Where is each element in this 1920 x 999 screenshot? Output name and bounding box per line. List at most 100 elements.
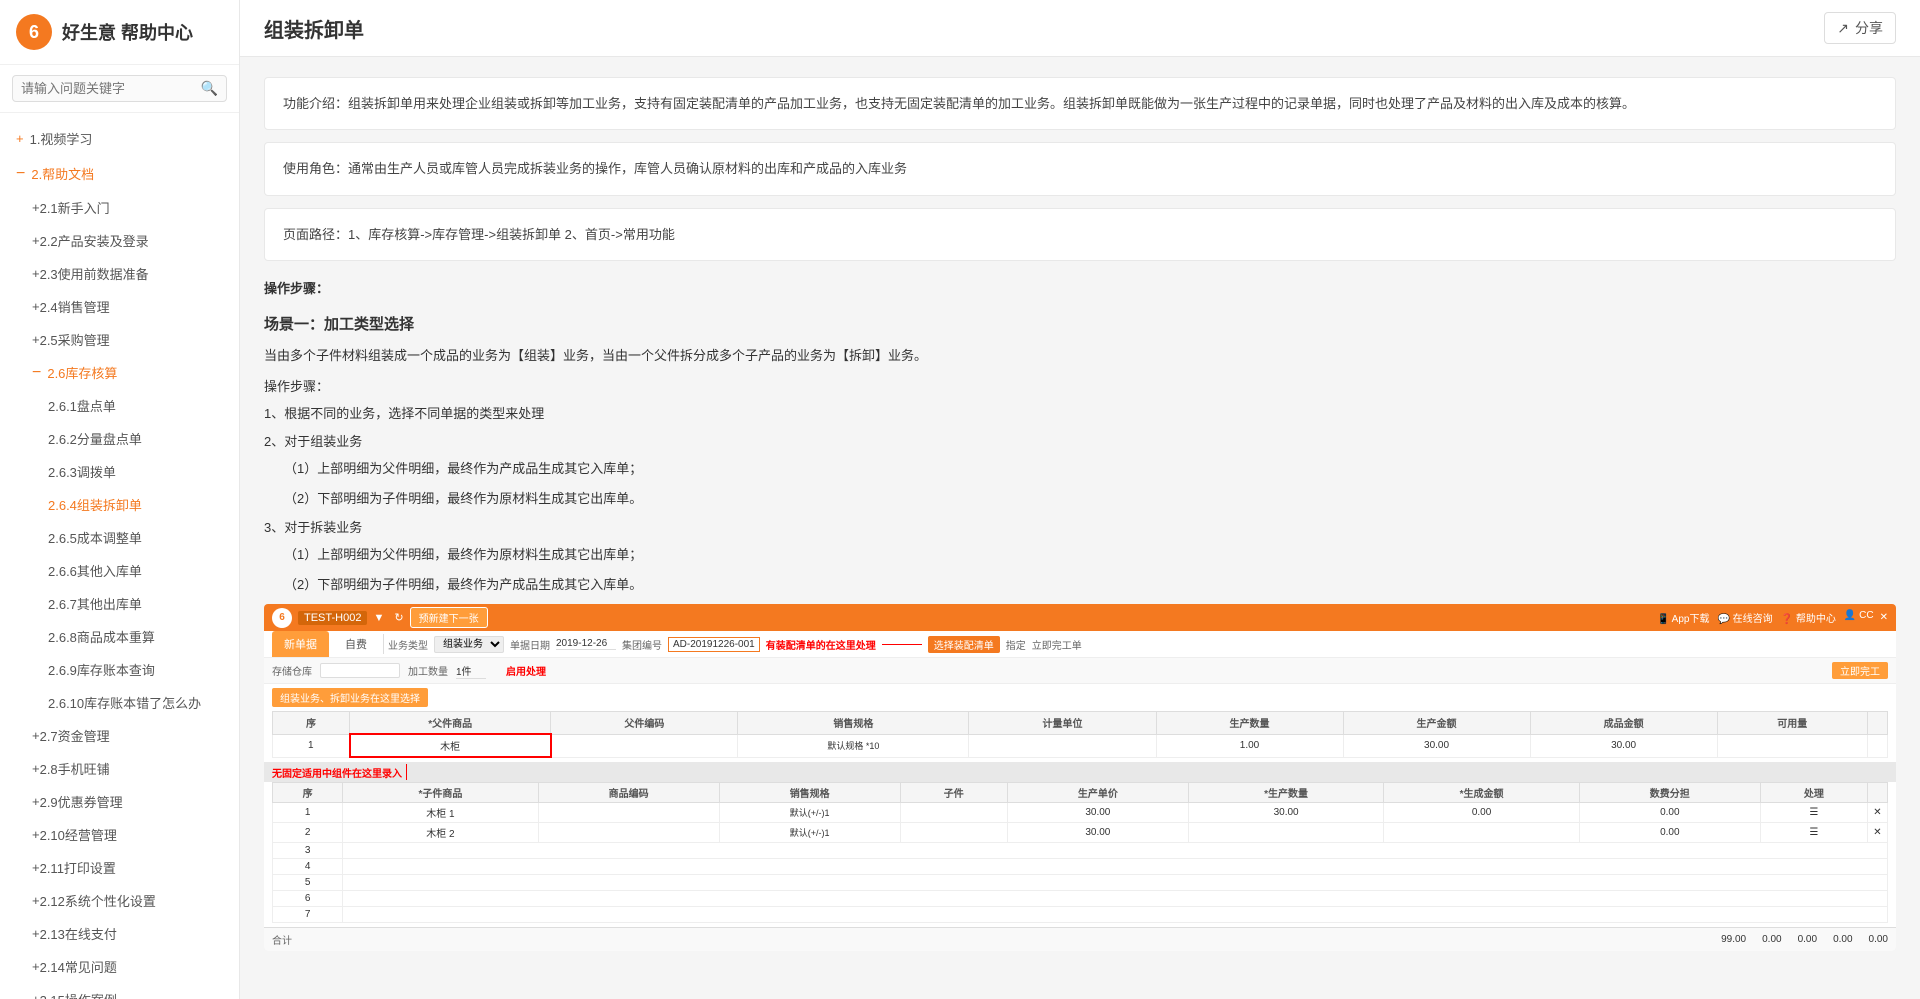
op-steps-title: 操作步骤： <box>264 277 1896 300</box>
role-block: 使用角色：通常由生产人员或库管人员完成拆装业务的操作，库管人员确认原材料的出库和… <box>264 142 1896 195</box>
sidebar-item-24[interactable]: + 2.4销售管理 <box>0 290 239 323</box>
ss-select-plan-btn: 选择装配清单 <box>928 636 1000 653</box>
ss-no-val: AD-20191226-001 <box>668 637 760 652</box>
plus-icon: + <box>32 200 40 215</box>
sidebar-item-2610[interactable]: 2.6.10库存账本错了怎么办 <box>0 686 239 719</box>
ss-bottom-action-col <box>1868 783 1888 803</box>
ss-total-4: 0.00 <box>1833 934 1852 945</box>
ss-dropdown-icon: ▼ <box>373 612 384 624</box>
step2: 2、对于组装业务 <box>264 430 1896 453</box>
sidebar-item-22[interactable]: + 2.2产品安装及登录 <box>0 224 239 257</box>
sidebar-item-215[interactable]: + 2.15操作案例 <box>0 983 239 999</box>
ss-refresh-icon: ↻ <box>394 611 403 624</box>
ss-annotation4: 无固定适用中组件在这里录入 <box>272 765 402 780</box>
path-text: 页面路径：1、库存核算->库存管理->组装拆卸单 2、首页->常用功能 <box>283 227 675 242</box>
search-wrap[interactable]: 🔍 <box>12 75 227 102</box>
table-row: 7 <box>273 907 1888 923</box>
sidebar-item-label: 1.视频学习 <box>30 129 93 148</box>
plus-icon: + <box>32 299 40 314</box>
search-input[interactable] <box>21 81 201 96</box>
step1: 1、根据不同的业务，选择不同单据的类型来处理 <box>264 402 1896 425</box>
table-row: 5 <box>273 875 1888 891</box>
ss-total-1: 99.00 <box>1721 934 1746 945</box>
sidebar-item-label: 2.帮助文档 <box>31 164 94 183</box>
feature-intro-text: 功能介绍：组装拆卸单用来处理企业组装或拆卸等加工业务，支持有固定装配清单的产品加… <box>283 96 1635 111</box>
ss-top-table: 序 *父件商品 父件编码 销售规格 计量单位 生产数量 生产金额 成品金额 可用… <box>272 711 1888 758</box>
plus-icon: + <box>32 233 40 248</box>
sidebar-item-268[interactable]: 2.6.8商品成本重算 <box>0 620 239 653</box>
path-block: 页面路径：1、库存核算->库存管理->组装拆卸单 2、首页->常用功能 <box>264 208 1896 261</box>
plus-icon: + <box>16 131 24 146</box>
sidebar-item-264[interactable]: 2.6.4组装拆卸单 <box>0 488 239 521</box>
ss-arrow1 <box>882 644 922 645</box>
sidebar-item-26[interactable]: − 2.6库存核算 <box>0 356 239 389</box>
share-button[interactable]: ↗ 分享 <box>1824 12 1896 44</box>
sidebar-item-266[interactable]: 2.6.6其他入库单 <box>0 554 239 587</box>
ss-annotation3: 启用处理 <box>506 663 546 678</box>
app-logo: 6 好生意 帮助中心 <box>0 0 239 65</box>
ss-type-select[interactable]: 组装业务 拆卸业务 <box>434 636 504 653</box>
ss-date-val: 2019-12-26 <box>556 638 616 650</box>
sidebar-item-29[interactable]: + 2.9优惠券管理 <box>0 785 239 818</box>
sidebar-item-25[interactable]: + 2.5采购管理 <box>0 323 239 356</box>
sidebar-item-28[interactable]: + 2.8手机旺铺 <box>0 752 239 785</box>
ss-app-num: TEST-H002 <box>298 611 367 625</box>
plus-icon: + <box>32 959 40 974</box>
ss-footer-total: 合计 <box>272 932 292 947</box>
search-box: 🔍 <box>0 65 239 113</box>
sidebar-item-211[interactable]: + 2.11打印设置 <box>0 851 239 884</box>
plus-icon: + <box>32 860 40 875</box>
step2-2: （2）下部明细为子件明细，最终作为原材料生成其它出库单。 <box>284 487 1896 510</box>
page-title: 组装拆卸单 <box>264 14 364 43</box>
sidebar-item-213[interactable]: + 2.13在线支付 <box>0 917 239 950</box>
plus-icon: + <box>32 728 40 743</box>
plus-icon: + <box>32 926 40 941</box>
table-row: 6 <box>273 891 1888 907</box>
sidebar-item-21[interactable]: + 2.1新手入门 <box>0 191 239 224</box>
step2-1: （1）上部明细为父件明细，最终作为产成品生成其它入库单； <box>284 457 1896 480</box>
table-row: 4 <box>273 859 1888 875</box>
feature-intro-block: 功能介绍：组装拆卸单用来处理企业组装或拆卸等加工业务，支持有固定装配清单的产品加… <box>264 77 1896 130</box>
sidebar-item-video[interactable]: + 1.视频学习 <box>0 121 239 156</box>
ss-complete-btn: 立即完工 <box>1832 662 1888 679</box>
content-area: 功能介绍：组装拆卸单用来处理企业组装或拆卸等加工业务，支持有固定装配清单的产品加… <box>240 57 1920 999</box>
screenshot-container: 6 TEST-H002 ▼ ↻ 预新建下一张 📱 App下载💬 在线咨询❓ 帮助… <box>264 604 1896 951</box>
step3-1: （1）上部明细为父件明细，最终作为原材料生成其它出库单； <box>284 543 1896 566</box>
ss-divider <box>383 634 384 654</box>
ss-form-top-fields: 业务类型 组装业务 拆卸业务 单据日期 2019-12-26 集团编号 AD-2… <box>388 632 1082 657</box>
plus-icon: + <box>32 827 40 842</box>
ss-annotation1: 有装配清单的在这里处理 <box>766 637 876 652</box>
sidebar-item-267[interactable]: 2.6.7其他出库单 <box>0 587 239 620</box>
sidebar-item-27[interactable]: + 2.7资金管理 <box>0 719 239 752</box>
sidebar-item-docs[interactable]: − 2.帮助文档 <box>0 156 239 191</box>
sidebar-item-261[interactable]: 2.6.1盘点单 <box>0 389 239 422</box>
nav-list: + 1.视频学习 − 2.帮助文档 + 2.1新手入门 + 2.2产品安装及登录… <box>0 113 239 999</box>
sidebar-item-262[interactable]: 2.6.2分量盘点单 <box>0 422 239 455</box>
sidebar-item-212[interactable]: + 2.12系统个性化设置 <box>0 884 239 917</box>
ss-icons-right: 📱 App下载💬 在线咨询❓ 帮助中心👤 CC <box>1657 610 1874 625</box>
ss-close-icon: ✕ <box>1880 612 1888 623</box>
ss-logo: 6 <box>272 608 292 628</box>
share-icon: ↗ <box>1837 20 1849 37</box>
sidebar-item-265[interactable]: 2.6.5成本调整单 <box>0 521 239 554</box>
plus-icon: + <box>32 794 40 809</box>
ss-warehouse-input[interactable] <box>320 663 400 678</box>
ss-arrow4 <box>406 764 407 780</box>
search-icon[interactable]: 🔍 <box>201 80 218 97</box>
nav-section-1: + 1.视频学习 − 2.帮助文档 + 2.1新手入门 + 2.2产品安装及登录… <box>0 121 239 999</box>
scenario1-desc: 当由多个子件材料组装成一个成品的业务为【组装】业务，当由一个父件拆分成多个子产品… <box>264 344 1896 367</box>
logo-icon: 6 <box>16 14 52 50</box>
sidebar: 6 好生意 帮助中心 🔍 + 1.视频学习 − 2.帮助文档 + 2.1新手入门 <box>0 0 240 999</box>
sidebar-item-23[interactable]: + 2.3使用前数据准备 <box>0 257 239 290</box>
ss-total-2: 0.00 <box>1762 934 1781 945</box>
sidebar-item-263[interactable]: 2.6.3调拨单 <box>0 455 239 488</box>
ss-top-action-col <box>1868 712 1888 735</box>
plus-icon: + <box>32 893 40 908</box>
plus-icon: + <box>32 992 40 999</box>
sidebar-item-214[interactable]: + 2.14常见问题 <box>0 950 239 983</box>
ss-total-3: 0.00 <box>1798 934 1817 945</box>
step3-2: （2）下部明细为子件明细，最终作为产成品生成其它入库单。 <box>284 573 1896 596</box>
sidebar-item-269[interactable]: 2.6.9库存账本查询 <box>0 653 239 686</box>
sidebar-item-210[interactable]: + 2.10经营管理 <box>0 818 239 851</box>
app-name: 好生意 帮助中心 <box>62 19 193 45</box>
